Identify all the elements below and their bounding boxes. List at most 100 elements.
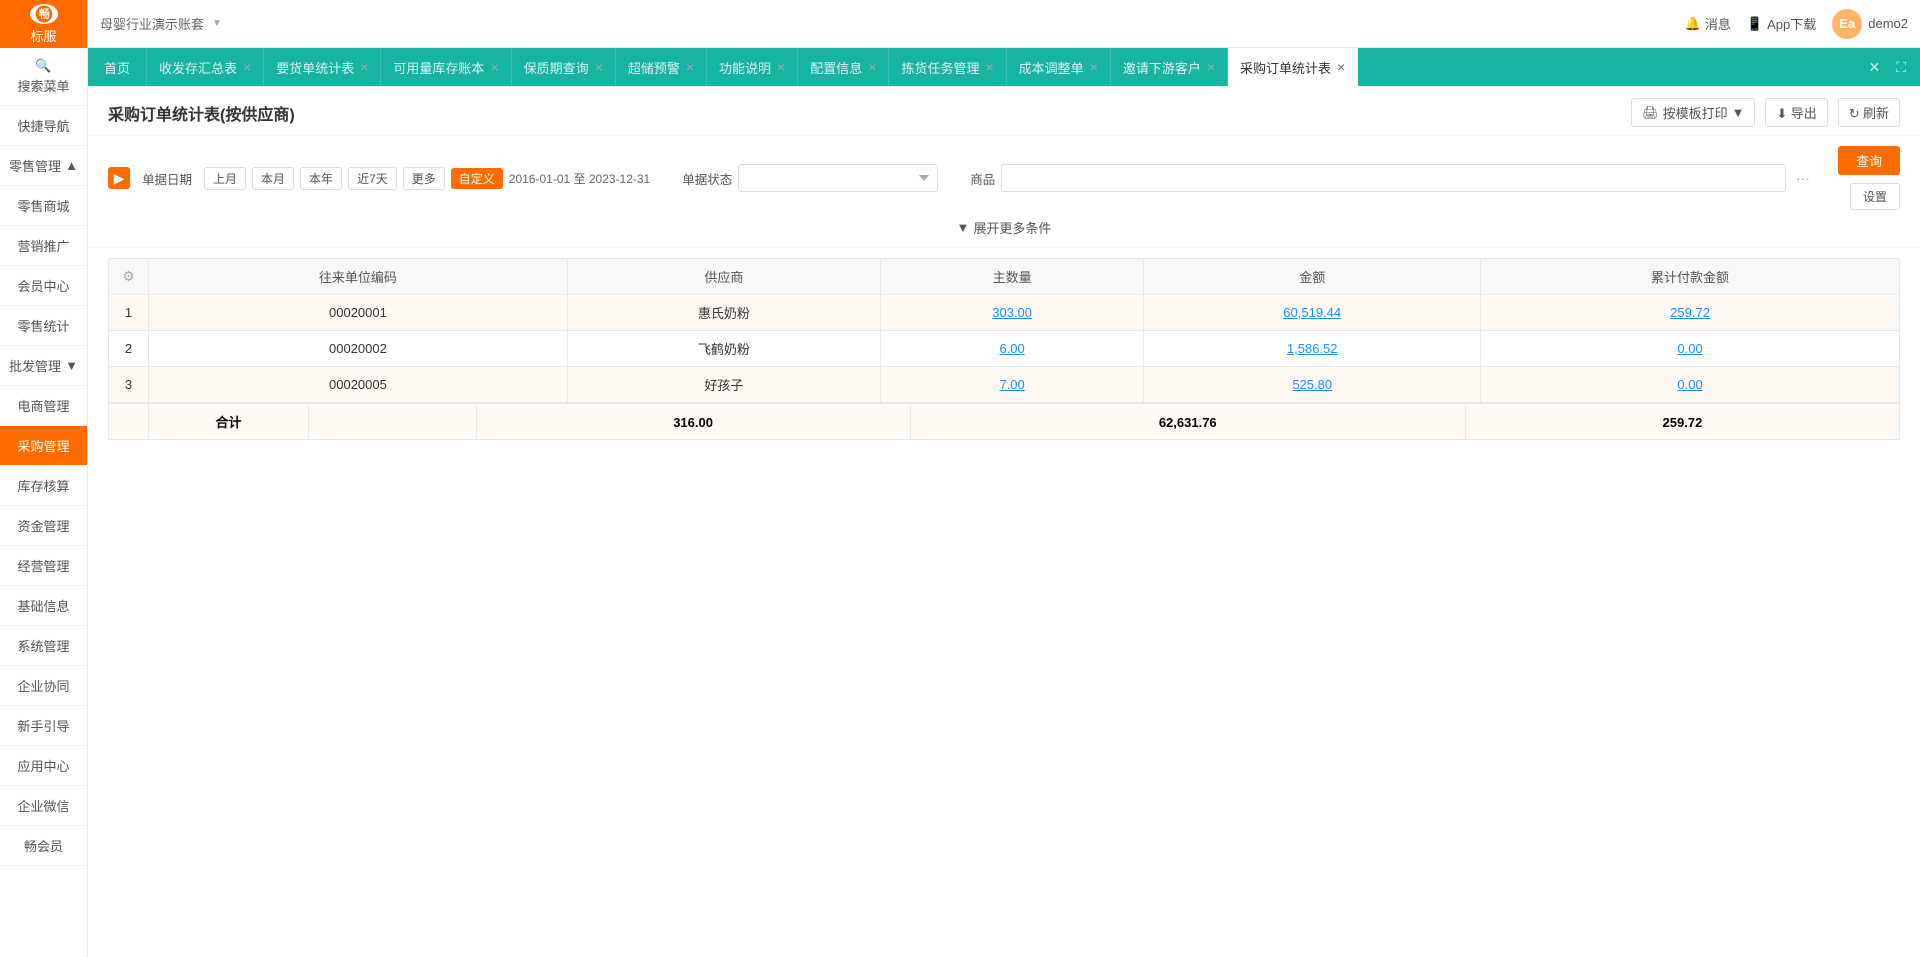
tab-available-stock[interactable]: 可用量库存账本 × <box>381 48 511 86</box>
row3-amount-link[interactable]: 525.80 <box>1292 377 1332 392</box>
tab-expiry-query[interactable]: 保质期查询 × <box>512 48 616 86</box>
goods-input[interactable] <box>1001 164 1786 192</box>
query-actions: 查询 设置 <box>1838 146 1900 210</box>
col-settings-icon[interactable]: ⚙ <box>122 268 135 284</box>
sidebar-item-enterprise[interactable]: 企业协同 <box>0 666 87 706</box>
tab-invite-downstream-close[interactable]: × <box>1207 60 1215 74</box>
sidebar-item-inventory[interactable]: 库存核算 <box>0 466 87 506</box>
tab-pick-task-close[interactable]: × <box>985 60 993 74</box>
print-button[interactable]: 🖨 按模板打印 ▼ <box>1631 98 1755 127</box>
account-selector[interactable]: 母婴行业演示账套 <box>100 14 204 33</box>
goods-more-btn[interactable]: ··· <box>1792 168 1814 188</box>
sidebar-item-quicknav[interactable]: 快捷导航 <box>0 106 87 146</box>
newguide-label: 新手引导 <box>17 716 69 735</box>
tab-function-desc[interactable]: 功能说明 × <box>707 48 798 86</box>
sidebar-item-basic[interactable]: 基础信息 <box>0 586 87 626</box>
sidebar-item-ecommerce[interactable]: 电商管理 <box>0 386 87 426</box>
sidebar-item-retail-stat[interactable]: 零售统计 <box>0 306 87 346</box>
footer-empty1 <box>109 404 149 440</box>
bell-icon: 🔔 <box>1685 16 1701 32</box>
marketing-label: 营销推广 <box>17 236 69 255</box>
row3-supplier: 好孩子 <box>567 367 880 403</box>
notification-btn[interactable]: 🔔 消息 <box>1685 14 1731 33</box>
tab-available-stock-close[interactable]: × <box>490 60 498 74</box>
basic-label: 基础信息 <box>17 596 69 615</box>
top-bar: 母婴行业演示账套 ▼ 🔔 消息 📱 App下载 Ea demo2 <box>88 0 1920 48</box>
filter-this-year-btn[interactable]: 本年 <box>300 167 342 190</box>
query-button[interactable]: 查询 <box>1838 146 1900 175</box>
filter-custom-badge: 自定义 <box>451 168 503 189</box>
expand-more-btn[interactable]: ▼ 展开更多条件 <box>957 218 1052 237</box>
sidebar-item-appcenter[interactable]: 应用中心 <box>0 746 87 786</box>
tab-home[interactable]: 首页 <box>88 48 147 86</box>
tab-overstock-warning[interactable]: 超储预警 × <box>616 48 707 86</box>
settings-button[interactable]: 设置 <box>1850 183 1900 210</box>
sidebar-item-system[interactable]: 系统管理 <box>0 626 87 666</box>
sidebar-item-member2[interactable]: 畅会员 <box>0 826 87 866</box>
tab-config-info-close[interactable]: × <box>868 60 876 74</box>
sidebar-item-wholesale[interactable]: 批发管理 ▼ <box>0 346 87 386</box>
search-icon: 🔍 <box>35 58 51 74</box>
row1-amount-link[interactable]: 60,519.44 <box>1283 305 1341 320</box>
sidebar-item-purchase[interactable]: 采购管理 <box>0 426 87 466</box>
filter-this-month-btn[interactable]: 本月 <box>252 167 294 190</box>
tab-expiry-query-close[interactable]: × <box>595 60 603 74</box>
filter-area: ▶ 单据日期 上月 本月 本年 近7天 更多 自定义 2016-01-01 至 … <box>88 136 1920 248</box>
sidebar-item-newguide[interactable]: 新手引导 <box>0 706 87 746</box>
tab-overstock-warning-close[interactable]: × <box>686 60 694 74</box>
sidebar-item-retail-mall[interactable]: 零售商城 <box>0 186 87 226</box>
footer-paid: 259.72 <box>1465 404 1899 440</box>
print-label: 按模板打印 <box>1663 103 1728 122</box>
col-amount-header: 金额 <box>1144 259 1481 295</box>
sidebar-item-search[interactable]: 🔍 搜索菜单 <box>0 48 87 106</box>
row2-qty-link[interactable]: 6.00 <box>999 341 1024 356</box>
filter-last-month-btn[interactable]: 上月 <box>204 167 246 190</box>
filter-collapse-btn[interactable]: ▶ <box>108 167 130 189</box>
refresh-label: 刷新 <box>1863 106 1889 121</box>
sidebar-item-retail[interactable]: 零售管理 ▲ <box>0 146 87 186</box>
tab-order-summary-close[interactable]: × <box>360 60 368 74</box>
export-button[interactable]: ⬇ 导出 <box>1765 98 1827 127</box>
tab-available-stock-label: 可用量库存账本 <box>393 58 484 77</box>
tab-receive-summary-close[interactable]: × <box>243 60 251 74</box>
sidebar-item-marketing[interactable]: 营销推广 <box>0 226 87 266</box>
tab-maximize-btn[interactable]: ⛶ <box>1890 57 1912 78</box>
row1-paid-link[interactable]: 259.72 <box>1670 305 1710 320</box>
tab-pick-task-label: 拣货任务管理 <box>901 58 979 77</box>
tab-purchase-summary[interactable]: 采购订单统计表 × <box>1228 48 1358 86</box>
retail-stat-label: 零售统计 <box>17 316 69 335</box>
tab-receive-summary[interactable]: 收发存汇总表 × <box>147 48 264 86</box>
tab-cost-adjust-close[interactable]: × <box>1090 60 1098 74</box>
status-select[interactable] <box>738 164 938 192</box>
refresh-button[interactable]: ↻ 刷新 <box>1838 98 1900 127</box>
page-inner: 采购订单统计表(按供应商) 🖨 按模板打印 ▼ ⬇ 导出 ↻ 刷新 <box>88 86 1920 957</box>
filter-more-btn[interactable]: 更多 <box>403 167 445 190</box>
tab-cost-adjust-label: 成本调整单 <box>1019 58 1084 77</box>
tab-pick-task[interactable]: 拣货任务管理 × <box>889 48 1006 86</box>
sidebar-item-finance[interactable]: 资金管理 <box>0 506 87 546</box>
row2-paid-link[interactable]: 0.00 <box>1677 341 1702 356</box>
tab-close-all-btn[interactable]: ✕ <box>1862 57 1886 78</box>
tab-overstock-warning-label: 超储预警 <box>628 58 680 77</box>
row3-qty-link[interactable]: 7.00 <box>999 377 1024 392</box>
tab-cost-adjust[interactable]: 成本调整单 × <box>1007 48 1111 86</box>
tab-order-summary[interactable]: 要货单统计表 × <box>264 48 381 86</box>
tab-invite-downstream[interactable]: 邀请下游客户 × <box>1111 48 1228 86</box>
sidebar-search-label: 搜索菜单 <box>17 76 69 95</box>
row3-paid-link[interactable]: 0.00 <box>1677 377 1702 392</box>
tab-purchase-summary-close[interactable]: × <box>1337 60 1345 74</box>
table-row: 3 00020005 好孩子 7.00 525.80 0.00 <box>109 367 1900 403</box>
mobile-icon: 📱 <box>1747 16 1763 32</box>
sidebar-item-operations[interactable]: 经营管理 <box>0 546 87 586</box>
footer-label: 合计 <box>149 404 309 440</box>
sidebar-item-member[interactable]: 会员中心 <box>0 266 87 306</box>
row1-qty-link[interactable]: 303.00 <box>992 305 1032 320</box>
row2-amount-link[interactable]: 1,586.52 <box>1287 341 1338 356</box>
app-download-btn[interactable]: 📱 App下载 <box>1747 14 1816 33</box>
tab-function-desc-close[interactable]: × <box>777 60 785 74</box>
user-menu[interactable]: Ea demo2 <box>1832 9 1908 39</box>
col-paid-header: 累计付款金额 <box>1481 259 1900 295</box>
filter-7days-btn[interactable]: 近7天 <box>348 167 397 190</box>
sidebar-item-wechat[interactable]: 企业微信 <box>0 786 87 826</box>
tab-config-info[interactable]: 配置信息 × <box>798 48 889 86</box>
